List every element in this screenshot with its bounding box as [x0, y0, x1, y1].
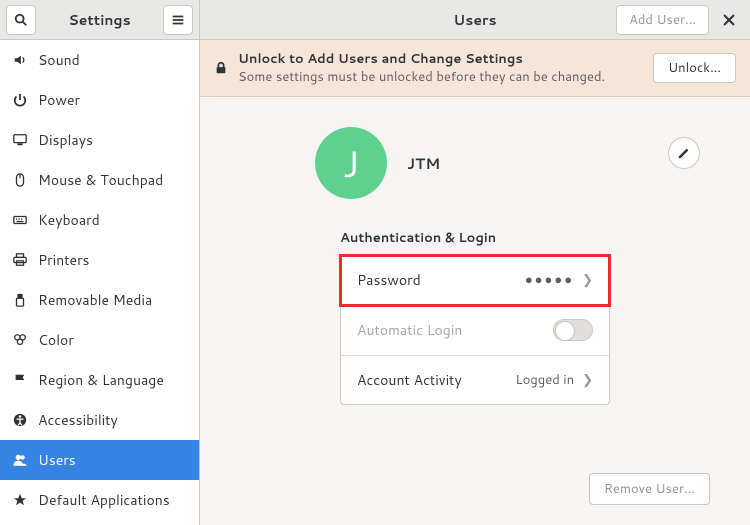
sidebar-item-power[interactable]: Power — [0, 80, 199, 120]
sidebar-item-label: Sound — [38, 50, 80, 70]
a11y-icon — [12, 412, 28, 428]
sidebar-item-displays[interactable]: Displays — [0, 120, 199, 160]
automatic-login-label: Automatic Login — [357, 320, 553, 340]
sidebar-item-label: Removable Media — [38, 290, 152, 310]
palette-icon — [12, 332, 28, 348]
user-name: JTM — [407, 153, 440, 174]
sidebar-item-color[interactable]: Color — [0, 320, 199, 360]
user-header: J JTM — [240, 127, 710, 199]
sidebar-item-label: Power — [38, 90, 80, 110]
sidebar-item-removable-media[interactable]: Removable Media — [0, 280, 199, 320]
password-label: Password — [357, 270, 525, 290]
unlock-button[interactable]: Unlock… — [653, 53, 736, 83]
sidebar: Sound Power Displays Mouse & Touchpad Keyboa… — [0, 40, 200, 525]
add-user-button[interactable]: Add User… — [616, 5, 709, 35]
panel-title: Users — [453, 10, 496, 30]
display-icon — [12, 132, 28, 148]
printer-icon — [12, 252, 28, 268]
body: Sound Power Displays Mouse & Touchpad Keyboa… — [0, 40, 750, 525]
banner-text: Unlock to Add Users and Change Settings … — [238, 50, 643, 86]
automatic-login-row: Automatic Login — [341, 305, 609, 356]
unlock-banner: Unlock to Add Users and Change Settings … — [200, 40, 750, 97]
keyboard-icon — [12, 212, 28, 228]
sidebar-item-keyboard[interactable]: Keyboard — [0, 200, 199, 240]
hamburger-icon — [171, 13, 185, 27]
sidebar-item-accessibility[interactable]: Accessibility — [0, 400, 199, 440]
sidebar-item-label: Displays — [38, 130, 93, 150]
mouse-icon — [12, 172, 28, 188]
automatic-login-toggle[interactable] — [553, 319, 593, 341]
pencil-icon — [677, 146, 691, 160]
sidebar-item-label: Mouse & Touchpad — [38, 170, 163, 190]
edit-name-button[interactable] — [668, 137, 700, 169]
banner-title: Unlock to Add Users and Change Settings — [238, 50, 643, 68]
banner-subtitle: Some settings must be unlocked before th… — [238, 68, 643, 86]
section-title: Authentication & Login — [340, 229, 710, 247]
header-bar: Settings Users Add User… — [0, 0, 750, 40]
lock-icon — [214, 61, 228, 75]
settings-title: Settings — [36, 10, 163, 30]
sidebar-item-label: Default Applications — [38, 490, 170, 510]
sidebar-item-sound[interactable]: Sound — [0, 40, 199, 80]
close-button[interactable] — [714, 5, 744, 35]
chevron-right-icon: ❯ — [582, 271, 593, 289]
speaker-icon — [12, 52, 28, 68]
auth-list: Password ●●●●● ❯ Automatic Login Account… — [340, 255, 610, 405]
sidebar-item-region-language[interactable]: Region & Language — [0, 360, 199, 400]
remove-user-button[interactable]: Remove User… — [589, 473, 710, 505]
menu-button[interactable] — [163, 5, 193, 35]
flag-icon — [12, 372, 28, 388]
star-icon — [12, 492, 28, 508]
sidebar-item-label: Color — [38, 330, 74, 350]
sidebar-item-printers[interactable]: Printers — [0, 240, 199, 280]
sidebar-item-default-applications[interactable]: Default Applications — [0, 480, 199, 520]
chevron-right-icon: ❯ — [582, 371, 593, 389]
sidebar-item-users[interactable]: Users — [0, 440, 199, 480]
avatar[interactable]: J — [315, 127, 387, 199]
search-button[interactable] — [6, 5, 36, 35]
sidebar-item-mouse-touchpad[interactable]: Mouse & Touchpad — [0, 160, 199, 200]
power-icon — [12, 92, 28, 108]
sidebar-item-label: Printers — [38, 250, 90, 270]
sidebar-item-date-time[interactable]: Date & Time — [0, 520, 199, 525]
close-icon — [723, 14, 735, 26]
sidebar-item-label: Accessibility — [38, 410, 118, 430]
sidebar-item-label: Region & Language — [38, 370, 164, 390]
sidebar-item-label: Keyboard — [38, 210, 100, 230]
users-icon — [12, 452, 28, 468]
sidebar-item-label: Users — [38, 450, 76, 470]
right-header: Users Add User… — [200, 0, 750, 39]
password-row[interactable]: Password ●●●●● ❯ — [341, 256, 609, 305]
search-icon — [14, 13, 28, 27]
account-activity-value: Logged in — [515, 371, 574, 389]
main-panel: Unlock to Add Users and Change Settings … — [200, 40, 750, 525]
usb-icon — [12, 292, 28, 308]
left-header: Settings — [0, 0, 200, 39]
account-activity-row[interactable]: Account Activity Logged in ❯ — [341, 356, 609, 404]
password-value: ●●●●● — [525, 271, 574, 289]
account-activity-label: Account Activity — [357, 370, 515, 390]
content: J JTM Authentication & Login Password ●●… — [200, 97, 750, 525]
